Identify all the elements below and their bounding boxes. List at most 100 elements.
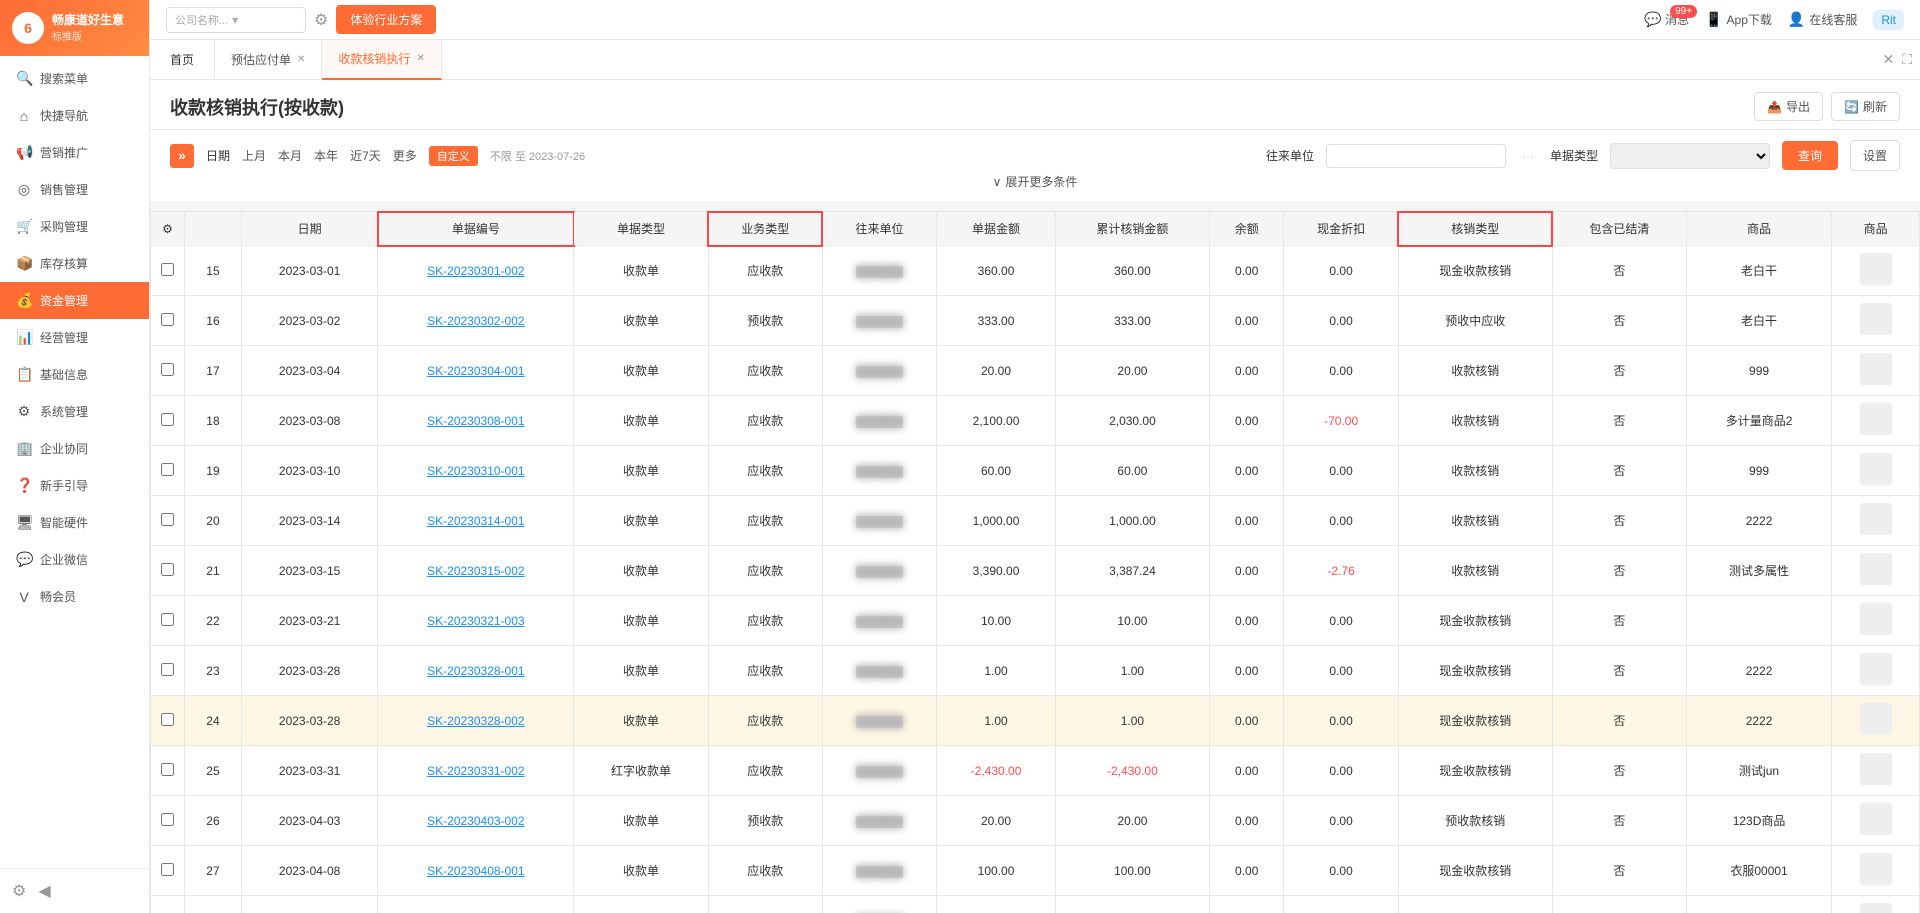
doc-no-link[interactable]: SK-20230314-001: [427, 514, 524, 528]
custom-btn[interactable]: 自定义: [429, 146, 478, 166]
sidebar-item-member[interactable]: V畅会员: [0, 578, 149, 615]
col-partner[interactable]: 往来单位: [822, 212, 936, 246]
sidebar-item-search[interactable]: 🔍搜索菜单: [0, 60, 149, 97]
cell-settled: 否: [1552, 696, 1686, 746]
doc-no-link[interactable]: SK-20230321-003: [427, 614, 524, 628]
last-7-days-link[interactable]: 近7天: [350, 147, 381, 164]
doc-no-link[interactable]: SK-20230308-001: [427, 414, 524, 428]
cell-check[interactable]: [151, 246, 185, 296]
cell-check[interactable]: [151, 646, 185, 696]
notification-area[interactable]: 💬 消息 99+: [1644, 11, 1689, 28]
col-settled[interactable]: 包含已结清: [1552, 212, 1686, 246]
last-month-link[interactable]: 上月: [242, 147, 266, 164]
row-checkbox[interactable]: [161, 563, 174, 576]
doc-no-link[interactable]: SK-20230304-001: [427, 364, 524, 378]
sidebar-item-marketing[interactable]: 📢营销推广: [0, 134, 149, 171]
cell-check[interactable]: [151, 796, 185, 846]
sidebar-item-system[interactable]: ⚙系统管理: [0, 393, 149, 430]
cell-check[interactable]: [151, 596, 185, 646]
more-link[interactable]: 更多: [393, 147, 417, 164]
sidebar-item-purchase[interactable]: 🛒采购管理: [0, 208, 149, 245]
col-date[interactable]: 日期: [241, 212, 377, 246]
doc-no-link[interactable]: SK-20230315-002: [427, 564, 524, 578]
online-service-btn[interactable]: 👤 在线客服: [1788, 11, 1857, 28]
col-product[interactable]: 商品: [1686, 212, 1831, 246]
col-docno[interactable]: 单据编号: [378, 212, 574, 246]
industry-btn[interactable]: 体验行业方案: [336, 5, 436, 34]
doc-no-link[interactable]: SK-20230408-001: [427, 864, 524, 878]
cell-check[interactable]: [151, 896, 185, 913]
row-checkbox[interactable]: [161, 363, 174, 376]
row-checkbox[interactable]: [161, 513, 174, 526]
col-biztype[interactable]: 业务类型: [708, 212, 822, 246]
col-discount[interactable]: 现金折扣: [1284, 212, 1398, 246]
partner-input[interactable]: [1326, 144, 1506, 168]
sidebar-item-inventory[interactable]: 📦库存核算: [0, 245, 149, 282]
export-btn[interactable]: 📤 导出: [1754, 92, 1823, 121]
sidebar-item-wechat[interactable]: 💬企业微信: [0, 541, 149, 578]
doc-no-link[interactable]: SK-20230328-002: [427, 714, 524, 728]
collapse-icon[interactable]: ◀: [38, 881, 50, 901]
row-checkbox[interactable]: [161, 263, 174, 276]
doc-no-link[interactable]: SK-20230302-002: [427, 314, 524, 328]
row-checkbox[interactable]: [161, 763, 174, 776]
settings-icon[interactable]: ⚙: [12, 881, 26, 901]
voucher-type-select[interactable]: [1610, 143, 1770, 169]
sidebar-item-quick[interactable]: ⌂快捷导航: [0, 97, 149, 134]
company-selector[interactable]: 公司名称... ▾: [166, 7, 306, 33]
cell-docno: SK-20230308-001: [378, 396, 574, 446]
row-checkbox[interactable]: [161, 613, 174, 626]
sidebar-item-guide[interactable]: ❓新手引导: [0, 467, 149, 504]
close-window-btn[interactable]: ✕: [1882, 51, 1894, 68]
col-totalcancel[interactable]: 累计核销金额: [1055, 212, 1209, 246]
refresh-btn[interactable]: 🔄 刷新: [1831, 92, 1900, 121]
row-checkbox[interactable]: [161, 413, 174, 426]
row-checkbox[interactable]: [161, 463, 174, 476]
row-checkbox[interactable]: [161, 863, 174, 876]
doc-no-link[interactable]: SK-20230301-002: [427, 264, 524, 278]
tab-prepay[interactable]: 预估应付单 ✕: [215, 40, 322, 80]
setting-btn[interactable]: 设置: [1850, 140, 1900, 171]
col-doctype[interactable]: 单据类型: [574, 212, 708, 246]
table-row: 21 2023-03-15 SK-20230315-002 收款单 应收款 ██…: [151, 546, 1920, 596]
cell-check[interactable]: [151, 696, 185, 746]
settings-gear-icon[interactable]: ⚙: [314, 10, 328, 30]
cell-check[interactable]: [151, 496, 185, 546]
doc-no-link[interactable]: SK-20230403-002: [427, 814, 524, 828]
sidebar-item-sales[interactable]: ◎销售管理: [0, 171, 149, 208]
doc-no-link[interactable]: SK-20230310-001: [427, 464, 524, 478]
cell-check[interactable]: [151, 546, 185, 596]
search-btn[interactable]: 查询: [1782, 141, 1838, 170]
cell-check[interactable]: [151, 846, 185, 896]
sidebar-item-finance[interactable]: 💰资金管理: [0, 282, 149, 319]
cell-check[interactable]: [151, 296, 185, 346]
sidebar-item-operations[interactable]: 📊经营管理: [0, 319, 149, 356]
expand-conditions-btn[interactable]: ∨ 展开更多条件: [993, 173, 1078, 190]
cell-check[interactable]: [151, 746, 185, 796]
app-download-btn[interactable]: 📱 App下载: [1705, 11, 1772, 28]
col-balance[interactable]: 余额: [1209, 212, 1284, 246]
this-month-link[interactable]: 本月: [278, 147, 302, 164]
this-year-link[interactable]: 本年: [314, 147, 338, 164]
tab-home[interactable]: 首页: [150, 40, 215, 80]
col-amount[interactable]: 单据金额: [937, 212, 1056, 246]
filter-toggle-btn[interactable]: »: [170, 144, 194, 168]
tab-collection[interactable]: 收款核销执行 ✕: [322, 40, 441, 80]
sidebar-item-hardware[interactable]: 🖥智能硬件: [0, 504, 149, 541]
fullscreen-btn[interactable]: ⛶: [1902, 51, 1912, 68]
doc-no-link[interactable]: SK-20230328-001: [427, 664, 524, 678]
col-canceltype[interactable]: 核销类型: [1398, 212, 1552, 246]
collection-tab-close-icon[interactable]: ✕: [416, 53, 424, 64]
row-checkbox[interactable]: [161, 813, 174, 826]
cell-check[interactable]: [151, 396, 185, 446]
doc-no-link[interactable]: SK-20230331-002: [427, 764, 524, 778]
sidebar-item-basic[interactable]: 📋基础信息: [0, 356, 149, 393]
row-checkbox[interactable]: [161, 313, 174, 326]
prepay-tab-close-icon[interactable]: ✕: [297, 54, 305, 65]
cell-check[interactable]: [151, 446, 185, 496]
cell-check[interactable]: [151, 346, 185, 396]
col-gear[interactable]: ⚙: [151, 212, 185, 246]
row-checkbox[interactable]: [161, 713, 174, 726]
row-checkbox[interactable]: [161, 663, 174, 676]
sidebar-item-corp[interactable]: 🏢企业协同: [0, 430, 149, 467]
